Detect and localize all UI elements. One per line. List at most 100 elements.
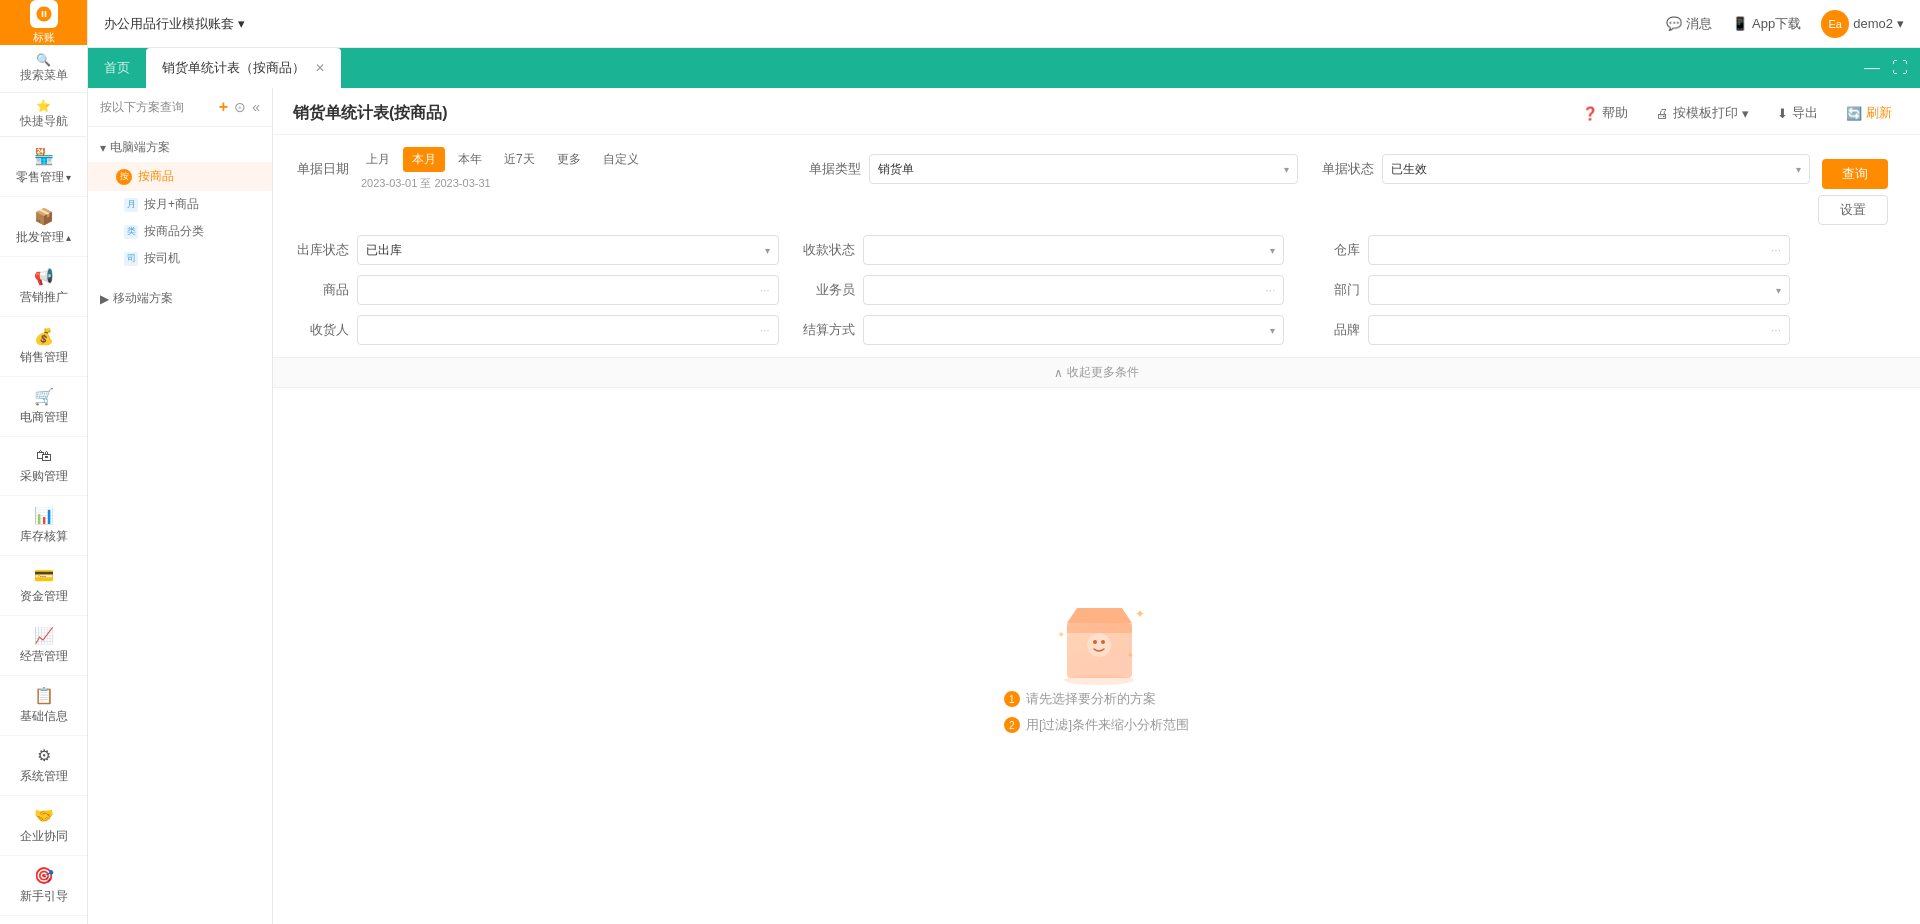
salesperson-input[interactable]: ···	[863, 275, 1285, 305]
search-menu-label: 搜索菜单	[6, 67, 81, 84]
doc-status-select[interactable]: 已生效 ▾	[1382, 154, 1810, 184]
tip-num-2: 2	[1004, 717, 1020, 733]
sidebar-item-purchase[interactable]: 🛍 采购管理	[0, 437, 87, 496]
mobile-section-toggle[interactable]: ▶ 移动端方案	[88, 284, 272, 313]
collapse-arrow-icon: ∧	[1054, 366, 1063, 380]
page-title: 销货单统计表(按商品)	[293, 103, 448, 124]
svg-marker-1	[1067, 608, 1132, 623]
payment-status-dropdown-icon: ▾	[1270, 245, 1275, 256]
sidebar-item-sales[interactable]: 💰 销售管理	[0, 317, 87, 377]
scheme-collapse-button[interactable]: «	[252, 99, 260, 115]
header-left: 办公用品行业模拟账套 ▾	[104, 15, 245, 33]
product-label: 商品	[293, 281, 349, 299]
custom-btn[interactable]: 自定义	[594, 147, 648, 172]
sidebar-quick-nav[interactable]: ⭐ 快捷导航	[0, 93, 87, 137]
sidebar-item-app-center[interactable]: 📱 应用中心	[0, 916, 87, 924]
message-button[interactable]: 💬 消息	[1666, 15, 1712, 33]
payment-status-select[interactable]: ▾	[863, 235, 1285, 265]
salesperson-dots-icon: ···	[1265, 283, 1275, 297]
this-year-btn[interactable]: 本年	[449, 147, 491, 172]
user-menu[interactable]: Ea demo2 ▾	[1821, 10, 1904, 38]
sales-icon: 💰	[34, 327, 54, 346]
tab-home[interactable]: 首页	[88, 48, 146, 88]
sidebar-item-system[interactable]: ⚙ 系统管理	[0, 736, 87, 796]
desktop-scheme-section: ▾ 电脑端方案 按 按商品 月 按月+商品 类 按商品分类 司 按司	[88, 127, 272, 278]
brand-input[interactable]: ···	[1368, 315, 1790, 345]
finance-icon: 💳	[34, 566, 54, 585]
department-select[interactable]: ▾	[1368, 275, 1790, 305]
refresh-button[interactable]: 🔄 刷新	[1838, 100, 1900, 126]
sidebar-search[interactable]: 🔍 搜索菜单	[0, 45, 87, 93]
tab-sales-stats[interactable]: 销货单统计表（按商品） ✕	[146, 48, 341, 88]
svg-text:✦: ✦	[1057, 629, 1065, 640]
collapse-bar[interactable]: ∧ 收起更多条件	[273, 358, 1920, 388]
tab-minimize-button[interactable]: —	[1860, 55, 1884, 81]
action-buttons: 查询 设置	[1810, 147, 1900, 225]
sidebar-item-finance[interactable]: 💳 资金管理	[0, 556, 87, 616]
page-title-bar: 销货单统计表(按商品) ❓ 帮助 🖨 按模板打印 ▾ ⬇ 导出	[273, 88, 1920, 135]
export-label: 导出	[1792, 104, 1818, 122]
page-actions: ❓ 帮助 🖨 按模板打印 ▾ ⬇ 导出 🔄 刷新	[1574, 100, 1900, 126]
help-button[interactable]: ❓ 帮助	[1574, 100, 1636, 126]
avatar: Ea	[1821, 10, 1849, 38]
sidebar-item-ecommerce[interactable]: 🛒 电商管理	[0, 377, 87, 437]
product-filter-cell: 商品 ···	[293, 275, 779, 305]
settlement-label: 结算方式	[799, 321, 855, 339]
settlement-select[interactable]: ▾	[863, 315, 1285, 345]
export-button[interactable]: ⬇ 导出	[1769, 100, 1826, 126]
user-name: demo2	[1853, 16, 1893, 31]
tab-home-label: 首页	[104, 59, 130, 77]
sidebar-item-inventory[interactable]: 📊 库存核算	[0, 496, 87, 556]
scheme-settings-button[interactable]: ⊙	[234, 99, 246, 115]
last7-btn[interactable]: 近7天	[495, 147, 544, 172]
doc-type-filter-cell: 单据类型 销货单 ▾	[805, 154, 1297, 184]
collapse-label: 收起更多条件	[1067, 364, 1139, 381]
product-input[interactable]: ···	[357, 275, 779, 305]
print-button[interactable]: 🖨 按模板打印 ▾	[1648, 100, 1757, 126]
sidebar-item-marketing[interactable]: 📢 营销推广	[0, 257, 87, 317]
scheme-sub-item-category[interactable]: 类 按商品分类	[88, 218, 272, 245]
sales-label: 销售管理	[20, 349, 68, 366]
scheme-panel-actions: + ⊙ «	[219, 98, 260, 116]
settlement-filter-cell: 结算方式 ▾	[799, 315, 1285, 345]
settings-button[interactable]: 设置	[1818, 195, 1888, 225]
sidebar: 标账 🔍 搜索菜单 ⭐ 快捷导航 🏪 零售管理 ▾ 📦 批发管理 ▴ 📢 营销推…	[0, 0, 88, 924]
doc-status-label: 单据状态	[1318, 160, 1374, 178]
brand-filter-cell: 品牌 ···	[1304, 315, 1790, 345]
tab-close-icon[interactable]: ✕	[315, 61, 325, 75]
finance-label: 资金管理	[20, 588, 68, 605]
app-logo[interactable]: 标账	[0, 0, 87, 45]
scheme-item-by-product[interactable]: 按 按商品	[88, 162, 272, 191]
header-right: 💬 消息 📱 App下载 Ea demo2 ▾	[1666, 10, 1904, 38]
out-status-select[interactable]: 已出库 ▾	[357, 235, 779, 265]
scheme-add-button[interactable]: +	[219, 98, 228, 116]
sidebar-item-retail[interactable]: 🏪 零售管理 ▾	[0, 137, 87, 197]
receiver-input[interactable]: ···	[357, 315, 779, 345]
receiver-filter-cell: 收货人 ···	[293, 315, 779, 345]
industry-name: 办公用品行业模拟账套	[104, 15, 234, 33]
query-button[interactable]: 查询	[1822, 159, 1888, 189]
industry-selector[interactable]: 办公用品行业模拟账套 ▾	[104, 15, 245, 33]
sidebar-item-enterprise[interactable]: 🤝 企业协同	[0, 796, 87, 856]
scheme-sub-item-machine[interactable]: 司 按司机	[88, 245, 272, 272]
tab-maximize-button[interactable]: ⛶	[1888, 55, 1912, 81]
sidebar-item-wholesale[interactable]: 📦 批发管理 ▴	[0, 197, 87, 257]
last-month-btn[interactable]: 上月	[357, 147, 399, 172]
refresh-label: 刷新	[1866, 104, 1892, 122]
more-btn[interactable]: 更多	[548, 147, 590, 172]
operations-label: 经营管理	[20, 648, 68, 665]
tutorial-label: 新手引导	[20, 888, 68, 905]
warehouse-input[interactable]: ···	[1368, 235, 1790, 265]
sidebar-item-operations[interactable]: 📈 经营管理	[0, 616, 87, 676]
sidebar-item-tutorial[interactable]: 🎯 新手引导	[0, 856, 87, 916]
out-status-dropdown-icon: ▾	[765, 245, 770, 256]
this-month-btn[interactable]: 本月	[403, 147, 445, 172]
sidebar-item-basic[interactable]: 📋 基础信息	[0, 676, 87, 736]
app-download-button[interactable]: 📱 App下载	[1732, 15, 1801, 33]
date-range: 2023-03-01 至 2023-03-31	[361, 176, 785, 191]
out-status-value: 已出库	[366, 242, 402, 259]
doc-type-select[interactable]: 销货单 ▾	[869, 154, 1297, 184]
scheme-sub-item-month-product[interactable]: 月 按月+商品	[88, 191, 272, 218]
scheme-panel-title: 按以下方案查询	[100, 99, 184, 116]
desktop-section-toggle[interactable]: ▾ 电脑端方案	[88, 133, 272, 162]
